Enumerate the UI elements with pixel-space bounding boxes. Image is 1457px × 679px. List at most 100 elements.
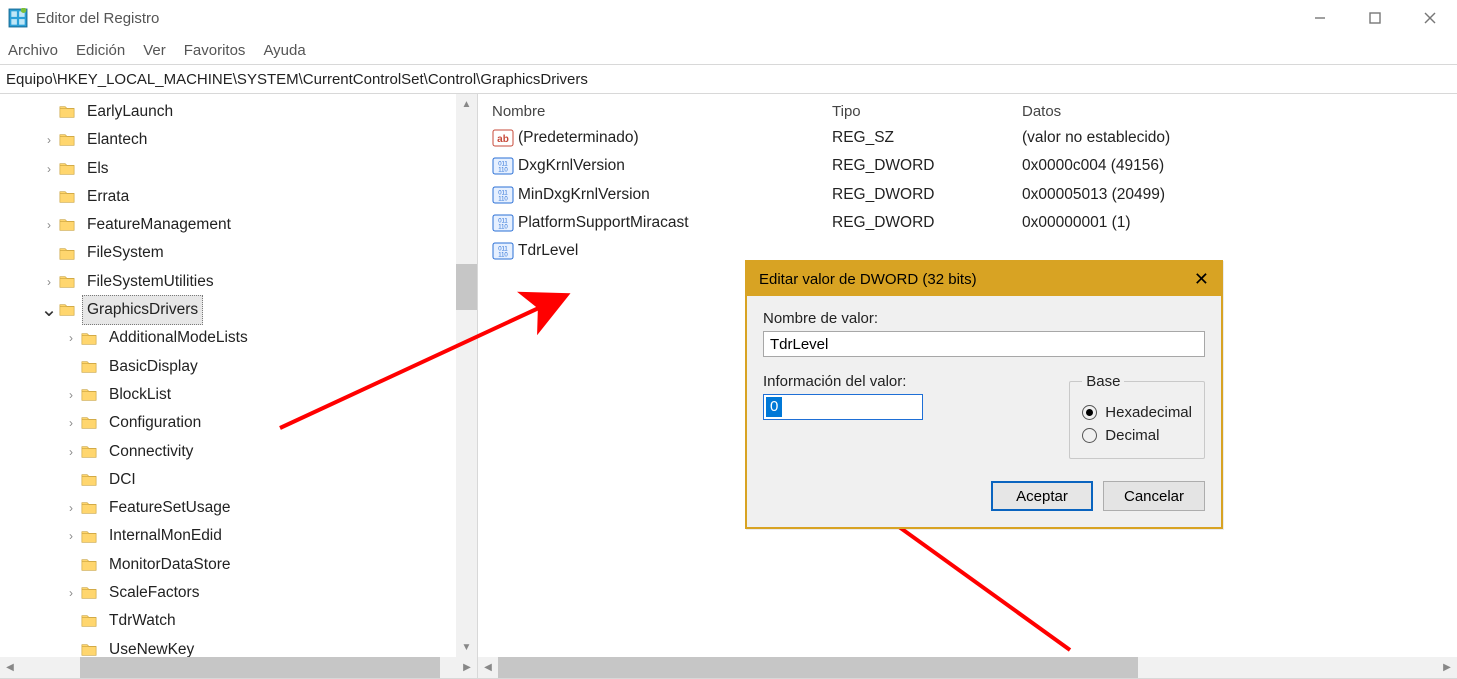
tree-body[interactable]: ·EarlyLaunch›Elantech›Els·Errata›Feature… bbox=[0, 94, 477, 657]
scroll-left-icon[interactable]: ◀ bbox=[478, 662, 498, 673]
chevron-right-icon[interactable]: · bbox=[40, 98, 58, 126]
dialog-title-bar[interactable]: Editar valor de DWORD (32 bits) ✕ bbox=[747, 262, 1221, 296]
tree-vertical-scrollbar[interactable]: ▲ ▼ bbox=[456, 94, 477, 657]
menu-ver[interactable]: Ver bbox=[143, 42, 166, 59]
tree-item[interactable]: ›ScaleFactors bbox=[40, 579, 477, 607]
tree-item-label: InternalMonEdid bbox=[104, 521, 227, 551]
chevron-right-icon[interactable]: · bbox=[40, 239, 58, 267]
tree-item[interactable]: ⌄GraphicsDrivers bbox=[40, 296, 477, 324]
scroll-thumb-h[interactable] bbox=[80, 657, 440, 678]
value-row[interactable]: PlatformSupportMiracast REG_DWORD0x000000… bbox=[492, 209, 1457, 237]
folder-icon bbox=[80, 613, 98, 629]
scroll-down-icon[interactable]: ▼ bbox=[456, 637, 477, 657]
chevron-right-icon[interactable]: › bbox=[62, 494, 80, 522]
radio-decimal[interactable]: Decimal bbox=[1082, 427, 1192, 444]
title-bar: Editor del Registro bbox=[0, 0, 1457, 36]
value-name: PlatformSupportMiracast bbox=[518, 214, 689, 232]
chevron-right-icon[interactable]: › bbox=[40, 268, 58, 296]
value-row[interactable]: DxgKrnlVersionREG_DWORD0x0000c004 (49156… bbox=[492, 152, 1457, 180]
value-type: REG_DWORD bbox=[832, 186, 1022, 204]
tree-item[interactable]: ·UseNewKey bbox=[40, 636, 477, 657]
value-type: REG_DWORD bbox=[832, 214, 1022, 232]
folder-icon bbox=[80, 359, 98, 375]
chevron-right-icon[interactable]: · bbox=[62, 551, 80, 579]
tree-item[interactable]: ›Els bbox=[40, 155, 477, 183]
base-fieldset: Base Hexadecimal Decimal bbox=[1069, 373, 1205, 459]
menu-archivo[interactable]: Archivo bbox=[8, 42, 58, 59]
ok-button[interactable]: Aceptar bbox=[991, 481, 1093, 511]
radio-hexadecimal[interactable]: Hexadecimal bbox=[1082, 404, 1192, 421]
tree-item[interactable]: › InternalMonEdid bbox=[40, 522, 477, 550]
chevron-right-icon[interactable]: · bbox=[40, 183, 58, 211]
column-header-name[interactable]: Nombre bbox=[492, 103, 832, 120]
menu-favoritos[interactable]: Favoritos bbox=[184, 42, 246, 59]
tree-item[interactable]: ›Connectivity bbox=[40, 438, 477, 466]
tree-item[interactable]: ›Elantech bbox=[40, 126, 477, 154]
tree-item[interactable]: ›FeatureManagement bbox=[40, 211, 477, 239]
content-area: ·EarlyLaunch›Elantech›Els·Errata›Feature… bbox=[0, 94, 1457, 678]
chevron-right-icon[interactable]: · bbox=[62, 353, 80, 381]
scroll-right-icon[interactable]: ▶ bbox=[457, 662, 477, 673]
folder-icon bbox=[80, 529, 98, 545]
tree-item-label: BlockList bbox=[104, 380, 176, 410]
chevron-right-icon[interactable]: › bbox=[62, 438, 80, 466]
chevron-right-icon[interactable]: · bbox=[62, 466, 80, 494]
tree-item[interactable]: ·FileSystem bbox=[40, 239, 477, 267]
value-row[interactable]: MinDxgKrnlVersionREG_DWORD0x00005013 (20… bbox=[492, 181, 1457, 209]
tree-item-label: Configuration bbox=[104, 408, 206, 438]
chevron-right-icon[interactable]: › bbox=[62, 324, 80, 352]
folder-icon bbox=[80, 331, 98, 347]
scroll-up-icon[interactable]: ▲ bbox=[456, 94, 477, 114]
address-bar[interactable]: Equipo\HKEY_LOCAL_MACHINE\SYSTEM\Current… bbox=[0, 64, 1457, 94]
scroll-right-icon[interactable]: ▶ bbox=[1437, 662, 1457, 673]
value-row[interactable]: (Predeterminado)REG_SZ(valor no establec… bbox=[492, 124, 1457, 152]
value-name-input[interactable] bbox=[763, 331, 1205, 357]
values-horizontal-scrollbar[interactable]: ◀ ▶ bbox=[478, 657, 1457, 678]
column-header-type[interactable]: Tipo bbox=[832, 103, 1022, 120]
value-data-input[interactable] bbox=[763, 394, 923, 420]
scroll-thumb-h[interactable] bbox=[498, 657, 1138, 678]
folder-icon bbox=[80, 387, 98, 403]
chevron-right-icon[interactable]: › bbox=[40, 155, 58, 183]
tree-item[interactable]: ·MonitorDataStore bbox=[40, 551, 477, 579]
tree-item[interactable]: ›FileSystemUtilities bbox=[40, 268, 477, 296]
tree-item[interactable]: › AdditionalModeLists bbox=[40, 324, 477, 352]
tree-item[interactable]: ·DCI bbox=[40, 466, 477, 494]
tree-horizontal-scrollbar[interactable]: ◀ ▶ bbox=[0, 657, 477, 678]
chevron-right-icon[interactable]: › bbox=[40, 126, 58, 154]
tree-item-label: TdrWatch bbox=[104, 606, 181, 636]
chevron-right-icon[interactable]: · bbox=[62, 636, 80, 657]
chevron-right-icon[interactable]: › bbox=[62, 522, 80, 550]
cancel-button[interactable]: Cancelar bbox=[1103, 481, 1205, 511]
chevron-down-icon[interactable]: ⌄ bbox=[40, 305, 58, 315]
tree-item[interactable]: ·Errata bbox=[40, 183, 477, 211]
close-icon[interactable]: ✕ bbox=[1194, 269, 1209, 290]
folder-icon bbox=[58, 104, 76, 120]
value-type: REG_DWORD bbox=[832, 157, 1022, 175]
menu-edicion[interactable]: Edición bbox=[76, 42, 125, 59]
scroll-left-icon[interactable]: ◀ bbox=[0, 662, 20, 673]
maximize-button[interactable] bbox=[1347, 0, 1402, 36]
folder-icon bbox=[58, 132, 76, 148]
column-header-data[interactable]: Datos bbox=[1022, 103, 1457, 120]
tree-item-label: BasicDisplay bbox=[104, 352, 203, 382]
tree-item-label: AdditionalModeLists bbox=[104, 323, 253, 353]
tree-item[interactable]: ·EarlyLaunch bbox=[40, 98, 477, 126]
tree-item[interactable]: · TdrWatch bbox=[40, 607, 477, 635]
chevron-right-icon[interactable]: › bbox=[40, 211, 58, 239]
chevron-right-icon[interactable]: · bbox=[62, 607, 80, 635]
tree-item[interactable]: ›FeatureSetUsage bbox=[40, 494, 477, 522]
scroll-thumb[interactable] bbox=[456, 264, 477, 310]
tree-item[interactable]: › BlockList bbox=[40, 381, 477, 409]
minimize-button[interactable] bbox=[1292, 0, 1347, 36]
tree-item[interactable]: › Configuration bbox=[40, 409, 477, 437]
value-data: 0x00000001 (1) bbox=[1022, 214, 1457, 232]
close-button[interactable] bbox=[1402, 0, 1457, 36]
folder-icon bbox=[58, 189, 76, 205]
radio-dec-label: Decimal bbox=[1105, 427, 1159, 444]
chevron-right-icon[interactable]: › bbox=[62, 409, 80, 437]
chevron-right-icon[interactable]: › bbox=[62, 381, 80, 409]
chevron-right-icon[interactable]: › bbox=[62, 579, 80, 607]
tree-item[interactable]: · BasicDisplay bbox=[40, 353, 477, 381]
menu-ayuda[interactable]: Ayuda bbox=[263, 42, 305, 59]
